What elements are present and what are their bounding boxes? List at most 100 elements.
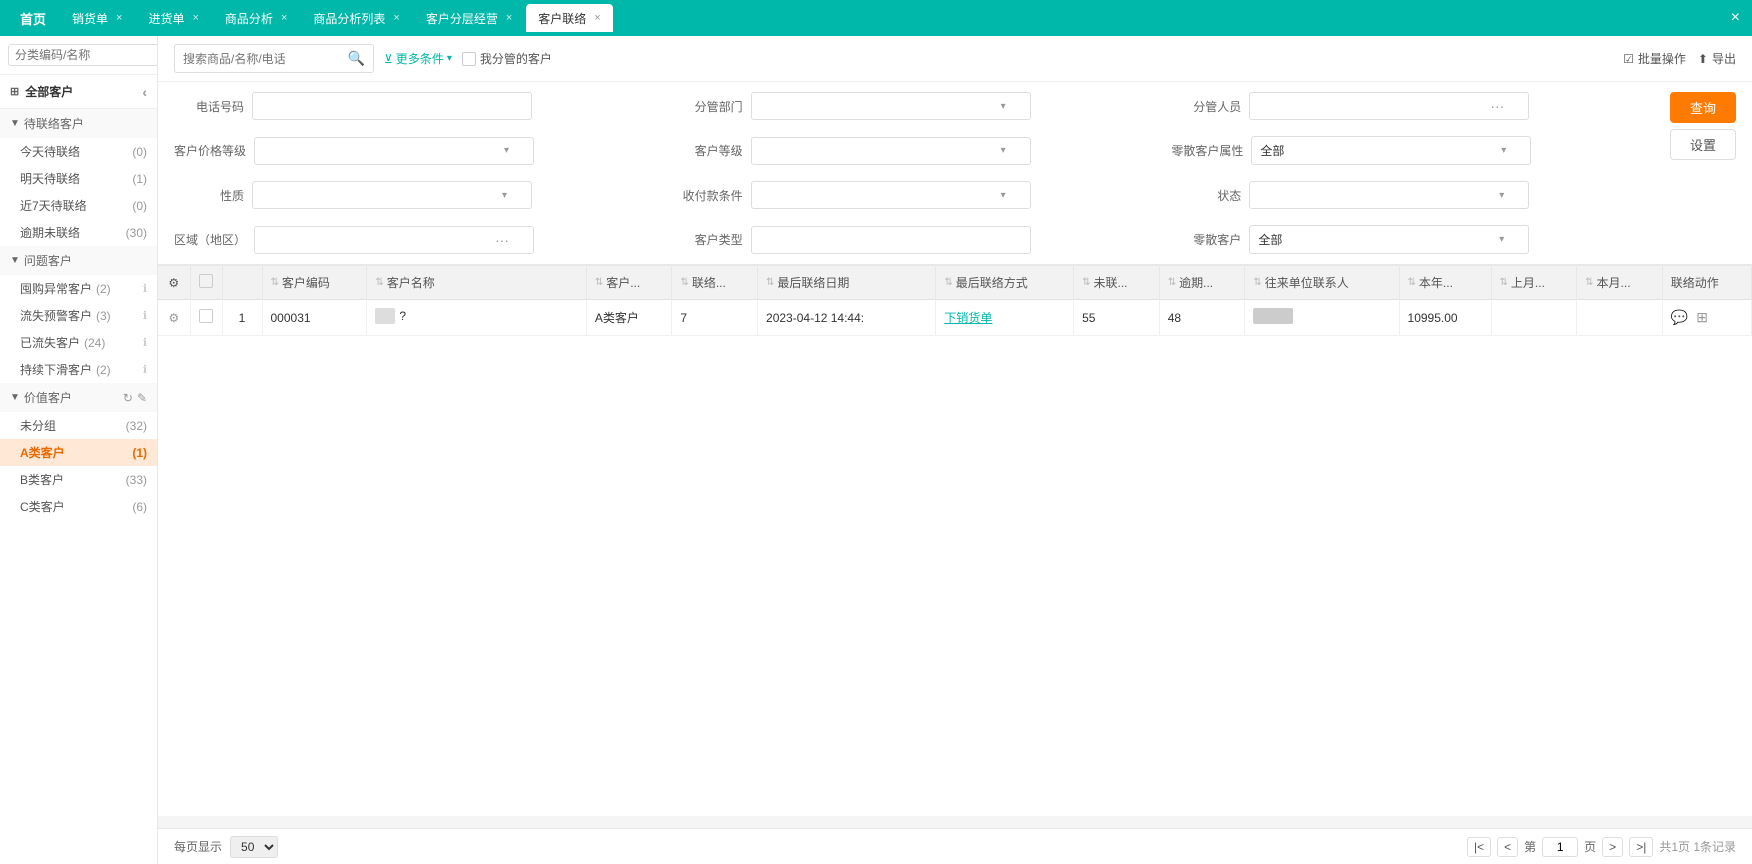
dots-icon-person[interactable]: ··· [1490,98,1504,114]
sidebar-item-churn-warning[interactable]: 流失预警客户 (3) ℹ [0,302,157,329]
close-product-analysis-tab[interactable]: × [281,12,287,24]
close-product-list-tab[interactable]: × [393,12,399,24]
prev-page-button[interactable]: < [1497,837,1518,857]
sidebar-item-declining[interactable]: 持续下滑客户 (2) ℹ [0,356,157,383]
sort-icon-tmonth[interactable]: ⇅ [1585,277,1593,288]
col-settings[interactable]: ⚙ [158,266,190,300]
info-icon-4[interactable]: ℹ [143,363,147,376]
sort-icon-no-contact[interactable]: ⇅ [1082,277,1090,288]
dept-label: 分管部门 [673,98,743,115]
cust-type-select[interactable] [751,226,1031,254]
row-gear-icon[interactable]: ⚙ [168,311,179,325]
select-all-checkbox[interactable] [199,274,213,288]
sort-icon-overdue[interactable]: ⇅ [1168,277,1176,288]
gear-icon[interactable]: ⚙ [168,276,179,290]
sidebar-search-input[interactable] [8,44,158,66]
region-select[interactable]: ··· [254,226,534,254]
phone-input[interactable] [252,92,532,120]
chat-icon[interactable]: 💬 [1671,309,1688,326]
search-input[interactable] [183,52,344,66]
col-last-month: ⇅ 上月... [1491,266,1577,300]
sort-icon-method[interactable]: ⇅ [944,277,952,288]
sidebar-item-overdue[interactable]: 逾期未联络 (30) [0,219,157,246]
sidebar-item-churned[interactable]: 已流失客户 (24) ℹ [0,329,157,356]
export-button[interactable]: ⬆ 导出 [1698,50,1736,67]
retail-cust-select[interactable]: 全部 ▾ [1249,225,1529,254]
tab-customer-contact[interactable]: 客户联络 × [526,4,612,32]
sidebar-item-b-class[interactable]: B类客户 (33) [0,466,157,493]
sidebar-item-unclassified[interactable]: 未分组 (32) [0,412,157,439]
close-sales-tab[interactable]: × [116,12,122,24]
sort-icon-level[interactable]: ⇅ [595,277,603,288]
filter-toolbar: 🔍 ⊻ 更多条件 ▾ 我分管的客户 ☑ 批量操作 ⬆ 导出 [158,36,1752,82]
sidebar-group-value[interactable]: ▼ 价值客户 ↻ ✎ [0,383,157,412]
first-page-button[interactable]: |< [1467,837,1491,857]
tab-customer-tier[interactable]: 客户分层经营 × [414,4,524,32]
last-method-link[interactable]: 下销货单 [944,311,992,325]
settings-button[interactable]: 设置 [1670,129,1736,160]
sidebar-item-tomorrow[interactable]: 明天待联络 (1) [0,165,157,192]
check-square-icon: ☑ [1623,52,1634,66]
info-icon-2[interactable]: ℹ [143,309,147,322]
search-icon[interactable]: 🔍 [348,50,365,67]
sort-icon[interactable]: ⇅ [271,277,279,288]
sidebar-item-7days[interactable]: 近7天待联络 (0) [0,192,157,219]
next-page-button[interactable]: > [1602,837,1623,857]
sidebar-collapse-button[interactable]: ‹ [142,84,147,100]
page-number-input[interactable] [1542,837,1578,857]
window-close-button[interactable]: × [1731,9,1740,27]
my-customers-checkbox[interactable]: 我分管的客户 [462,50,552,67]
filter-region: 区域（地区） ··· [174,226,665,254]
customer-table: ⚙ ⇅ 客户编码 [158,266,1752,336]
nature-select[interactable]: ▾ [252,181,532,209]
edit-icon[interactable]: ✎ [137,391,147,405]
sidebar-item-hoarding[interactable]: 囤购异常客户 (2) ℹ [0,275,157,302]
sort-icon-name[interactable]: ⇅ [375,277,383,288]
col-checkbox[interactable] [190,266,222,300]
sort-icon-date[interactable]: ⇅ [766,277,774,288]
tab-product-list[interactable]: 商品分析列表 × [301,4,411,32]
last-page-button[interactable]: >| [1629,837,1653,857]
sidebar-group-pending[interactable]: ▼ 待联络客户 [0,109,157,138]
sidebar-item-a-class[interactable]: A类客户 (1) [0,439,157,466]
retail-attr-select[interactable]: 全部 ▾ [1251,136,1531,165]
sidebar-group-problem[interactable]: ▼ 问题客户 [0,246,157,275]
close-customer-tier-tab[interactable]: × [506,12,512,24]
close-customer-contact-tab[interactable]: × [594,12,600,24]
price-level-select[interactable]: ▾ [254,137,534,165]
sidebar-item-c-class[interactable]: C类客户 (6) [0,493,157,520]
tab-purchase[interactable]: 进货单 × [136,4,210,32]
col-last-date: ⇅ 最后联络日期 [758,266,936,300]
more-filter-button[interactable]: ⊻ 更多条件 ▾ [384,50,452,67]
dots-icon-region[interactable]: ··· [495,232,509,248]
horizontal-scrollbar[interactable] [158,816,1752,828]
sidebar-all-customers[interactable]: ⊞ 全部客户 ‹ [0,75,157,109]
tab-sales[interactable]: 销货单 × [60,4,134,32]
sidebar-item-today[interactable]: 今天待联络 (0) [0,138,157,165]
status-select[interactable]: ▾ [1249,181,1529,209]
info-icon-1[interactable]: ℹ [143,282,147,295]
qr-icon[interactable]: ⊞ [1696,309,1708,326]
cust-level-select[interactable]: ▾ [751,137,1031,165]
sort-icon-year[interactable]: ⇅ [1408,277,1416,288]
tab-product-analysis[interactable]: 商品分析 × [213,4,299,32]
person-select[interactable]: ··· [1249,92,1529,120]
row-gear[interactable]: ⚙ [158,300,190,336]
payment-select[interactable]: ▾ [751,181,1031,209]
refresh-icon[interactable]: ↻ [123,391,133,405]
row-contact-count: 7 [672,300,758,336]
dept-select[interactable]: ▾ [751,92,1031,120]
row-check-icon[interactable] [199,309,213,323]
sort-icon-unit[interactable]: ⇅ [1253,277,1261,288]
batch-operation-button[interactable]: ☑ 批量操作 [1623,50,1686,67]
row-last-method[interactable]: 下销货单 [936,300,1074,336]
my-customers-check-icon[interactable] [462,52,476,66]
close-purchase-tab[interactable]: × [192,12,198,24]
tab-home[interactable]: 首页 [8,4,58,32]
row-checkbox[interactable] [190,300,222,336]
sort-icon-contact[interactable]: ⇅ [680,277,688,288]
info-icon-3[interactable]: ℹ [143,336,147,349]
sort-icon-lmonth[interactable]: ⇅ [1500,277,1508,288]
page-size-select[interactable]: 50 [230,836,278,858]
search-button[interactable]: 查询 [1670,92,1736,123]
